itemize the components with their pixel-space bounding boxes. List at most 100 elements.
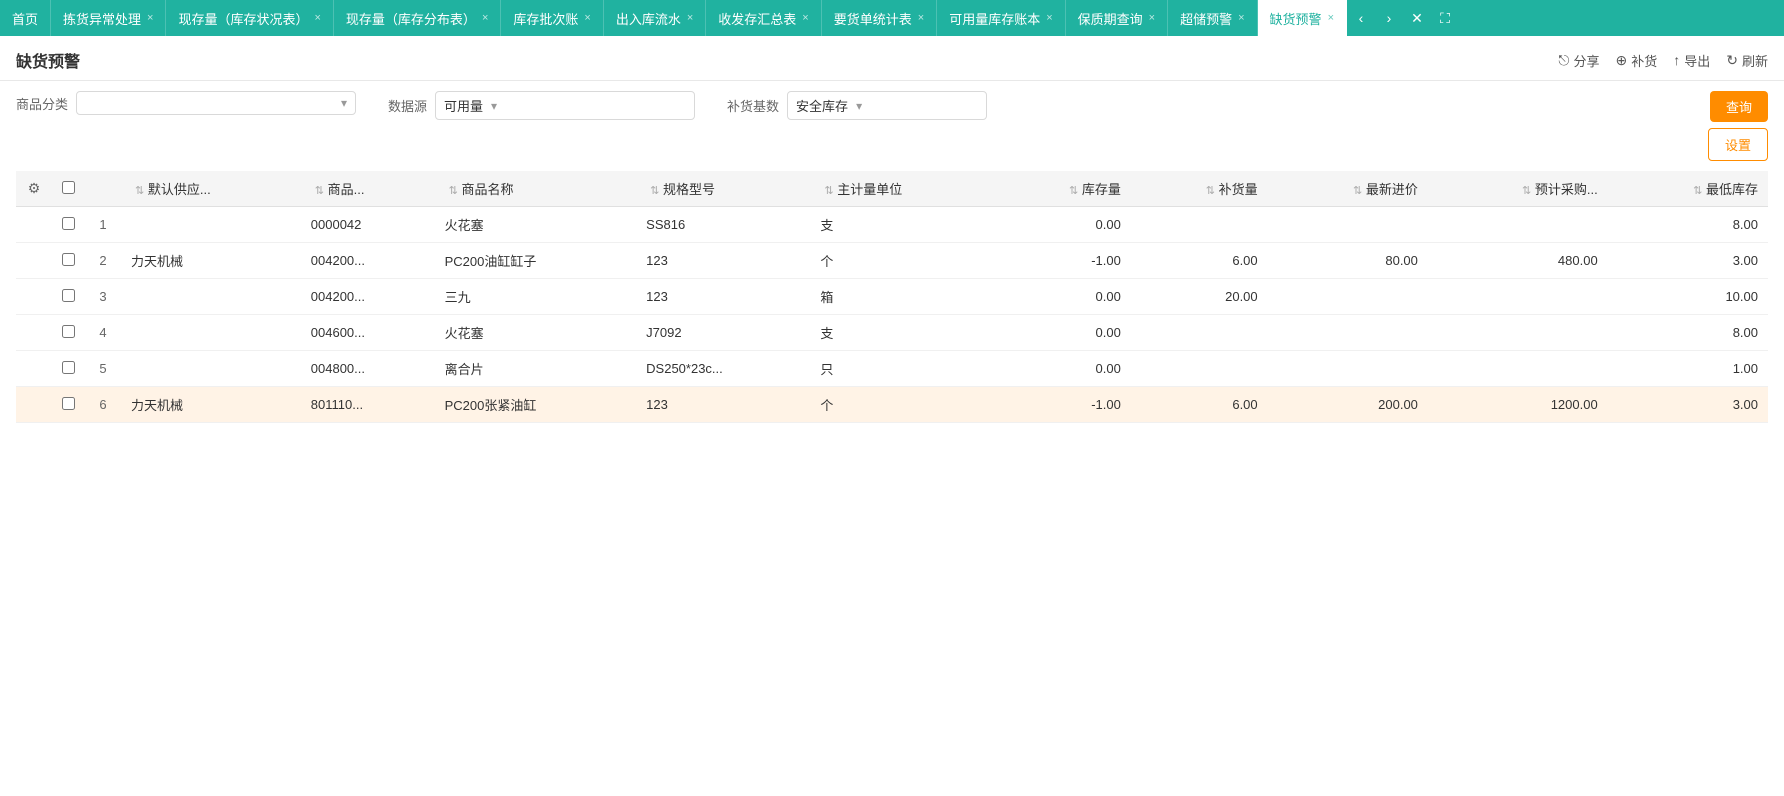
main-content: 缺货预警 ⎋ 分享 ⊕ 补货 ↑ 导出 ↻ 刷新 商品分类: [0, 36, 1784, 796]
refresh-button[interactable]: ↻ 刷新: [1726, 51, 1768, 70]
row-product-code-2: 004200...: [301, 279, 435, 315]
row-checkbox-0[interactable]: [62, 217, 75, 230]
row-replenish-qty-5: 6.00: [1131, 387, 1268, 423]
tab-label: 保质期查询: [1078, 9, 1143, 28]
row-checkbox-4[interactable]: [62, 361, 75, 374]
data-table: ⚙ ⇅ 默认供应... ⇅ 商品... ⇅: [16, 171, 1768, 423]
row-stock-1: -1.00: [994, 243, 1131, 279]
page-title: 缺货预警: [16, 48, 80, 72]
tab-label: 可用量库存账本: [949, 9, 1040, 28]
query-button[interactable]: 查询: [1710, 91, 1768, 122]
datasource-dropdown-icon: ▾: [491, 99, 497, 113]
row-num-1: 2: [85, 243, 121, 279]
tab-11[interactable]: 缺货预警 ×: [1258, 0, 1347, 36]
row-estimated-purchase-3: [1428, 315, 1608, 351]
row-min-stock-4: 1.00: [1608, 351, 1768, 387]
tab-close-10[interactable]: ×: [1238, 12, 1244, 24]
tab-close-6[interactable]: ×: [802, 12, 808, 24]
col-stock-sort-icon: ⇅: [1069, 184, 1078, 197]
tab-3[interactable]: 现存量（库存分布表） ×: [334, 0, 501, 36]
tab-scroll-left[interactable]: ‹: [1347, 0, 1375, 36]
share-button[interactable]: ⎋ 分享: [1558, 51, 1599, 70]
tab-5[interactable]: 出入库流水 ×: [604, 0, 706, 36]
export-button[interactable]: ↑ 导出: [1673, 51, 1710, 70]
row-product-name-3: 火花塞: [435, 315, 637, 351]
tab-expand[interactable]: ⛶: [1431, 0, 1459, 36]
tab-close-3[interactable]: ×: [482, 12, 488, 24]
tab-home[interactable]: 首页: [0, 0, 51, 36]
tab-label: 首页: [12, 9, 38, 28]
row-stock-5: -1.00: [994, 387, 1131, 423]
row-estimated-purchase-5: 1200.00: [1428, 387, 1608, 423]
table-row: 2 力天机械 004200... PC200油缸缸子 123 个 -1.00 6…: [16, 243, 1768, 279]
row-unit-5: 个: [810, 387, 994, 423]
replenish-basis-filter-group: 补货基数 安全库存 ▾: [727, 91, 987, 120]
col-min-stock: ⇅ 最低库存: [1608, 171, 1768, 207]
tab-close-all[interactable]: ✕: [1403, 0, 1431, 36]
settings-button[interactable]: 设置: [1708, 128, 1768, 161]
tab-close-5[interactable]: ×: [687, 12, 693, 24]
row-min-stock-3: 8.00: [1608, 315, 1768, 351]
row-checkbox-2[interactable]: [62, 289, 75, 302]
tab-close-8[interactable]: ×: [1046, 12, 1052, 24]
table-row: 6 力天机械 801110... PC200张紧油缸 123 个 -1.00 6…: [16, 387, 1768, 423]
tab-close-7[interactable]: ×: [918, 12, 924, 24]
datasource-select[interactable]: 可用量 ▾: [435, 91, 695, 120]
page-header: 缺货预警 ⎋ 分享 ⊕ 补货 ↑ 导出 ↻ 刷新: [0, 36, 1784, 81]
row-num-3: 4: [85, 315, 121, 351]
tab-label: 缺货预警: [1270, 9, 1322, 28]
row-product-name-4: 离合片: [435, 351, 637, 387]
tab-6[interactable]: 收发存汇总表 ×: [706, 0, 821, 36]
tab-10[interactable]: 超储预警 ×: [1168, 0, 1257, 36]
tab-close-1[interactable]: ×: [147, 12, 153, 24]
datasource-label: 数据源: [388, 96, 427, 115]
header-actions: ⎋ 分享 ⊕ 补货 ↑ 导出 ↻ 刷新: [1558, 51, 1768, 70]
row-spec-2: 123: [636, 279, 810, 315]
tab-scroll-right[interactable]: ›: [1375, 0, 1403, 36]
tab-label: 库存批次账: [513, 9, 578, 28]
tab-label: 现存量（库存状况表）: [178, 9, 308, 28]
col-product-code-sort-icon: ⇅: [315, 184, 324, 197]
col-product-code: ⇅ 商品...: [301, 171, 435, 207]
row-product-code-4: 004800...: [301, 351, 435, 387]
col-estimated-purchase-sort-icon: ⇅: [1522, 184, 1531, 197]
tab-close-4[interactable]: ×: [584, 12, 590, 24]
replenish-basis-select[interactable]: 安全库存 ▾: [787, 91, 987, 120]
col-checkbox-header: [52, 171, 85, 207]
select-all-checkbox[interactable]: [62, 181, 75, 194]
tab-label: 要货单统计表: [834, 9, 912, 28]
tab-4[interactable]: 库存批次账 ×: [501, 0, 603, 36]
replenish-icon: ⊕: [1615, 52, 1627, 69]
row-gear-cell: [16, 279, 52, 315]
row-gear-cell: [16, 387, 52, 423]
table-header: ⚙ ⇅ 默认供应... ⇅ 商品... ⇅: [16, 171, 1768, 207]
category-select[interactable]: ▾: [76, 91, 356, 115]
row-product-code-0: 0000042: [301, 207, 435, 243]
tab-9[interactable]: 保质期查询 ×: [1066, 0, 1168, 36]
row-supplier-2: [121, 279, 301, 315]
row-checkbox-3[interactable]: [62, 325, 75, 338]
row-product-code-5: 801110...: [301, 387, 435, 423]
replenish-button[interactable]: ⊕ 补货: [1615, 51, 1657, 70]
tab-close-11[interactable]: ×: [1328, 12, 1334, 24]
row-gear-cell: [16, 351, 52, 387]
row-checkbox-1[interactable]: [62, 253, 75, 266]
row-estimated-purchase-2: [1428, 279, 1608, 315]
category-dropdown-icon: ▾: [341, 96, 347, 110]
row-checkbox-cell: [52, 279, 85, 315]
row-unit-0: 支: [810, 207, 994, 243]
row-checkbox-5[interactable]: [62, 397, 75, 410]
tab-7[interactable]: 要货单统计表 ×: [822, 0, 937, 36]
col-spec-sort-icon: ⇅: [650, 184, 659, 197]
tab-8[interactable]: 可用量库存账本 ×: [937, 0, 1065, 36]
tab-close-9[interactable]: ×: [1149, 12, 1155, 24]
tab-bar: 首页 拣货异常处理 × 现存量（库存状况表） × 现存量（库存分布表） × 库存…: [0, 0, 1784, 36]
share-icon: ⎋: [1558, 52, 1569, 69]
col-unit-sort-icon: ⇅: [824, 184, 833, 197]
row-supplier-3: [121, 315, 301, 351]
tab-1[interactable]: 拣货异常处理 ×: [51, 0, 166, 36]
tab-2[interactable]: 现存量（库存状况表） ×: [166, 0, 333, 36]
tab-close-2[interactable]: ×: [314, 12, 320, 24]
gear-icon[interactable]: ⚙: [28, 180, 41, 196]
row-gear-cell: [16, 207, 52, 243]
